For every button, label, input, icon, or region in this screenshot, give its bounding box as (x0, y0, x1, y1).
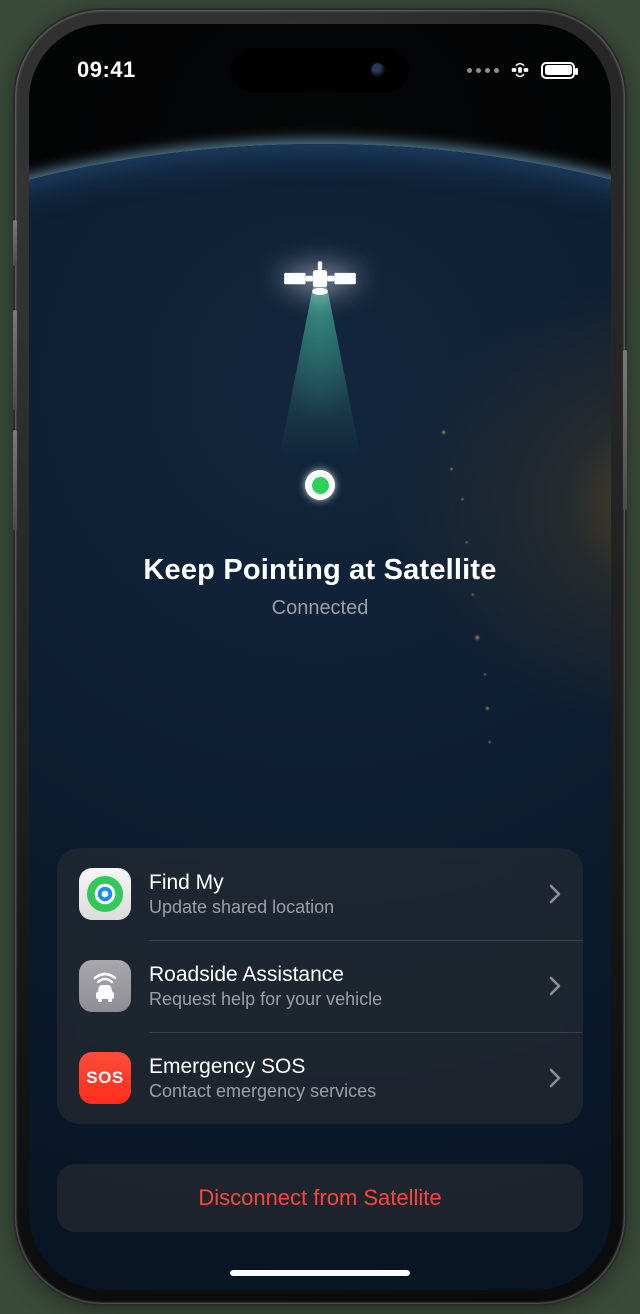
mute-switch (13, 220, 17, 266)
option-find-my[interactable]: Find My Update shared location (57, 848, 583, 940)
option-emergency-sos[interactable]: SOS Emergency SOS Contact emergency serv… (57, 1032, 583, 1124)
status-bar: 09:41 (29, 48, 611, 92)
option-subtitle: Request help for your vehicle (149, 989, 531, 1010)
volume-down-button (13, 430, 17, 530)
heading-subtitle: Connected (29, 597, 611, 620)
roadside-assistance-icon (79, 960, 131, 1012)
status-time: 09:41 (77, 57, 136, 83)
chevron-right-icon (549, 976, 561, 996)
side-button (623, 350, 627, 510)
home-indicator[interactable] (230, 1270, 410, 1276)
satellite-icon (509, 59, 531, 81)
find-my-icon (79, 868, 131, 920)
connection-heading: Keep Pointing at Satellite Connected (29, 554, 611, 620)
cell-signal-dots-icon (467, 68, 499, 73)
satellite-glyph-icon (277, 250, 363, 310)
disconnect-label: Disconnect from Satellite (198, 1185, 441, 1211)
option-subtitle: Contact emergency services (149, 1081, 531, 1102)
chevron-right-icon (549, 884, 561, 904)
sos-icon-label: SOS (86, 1068, 123, 1088)
device-frame: 09:41 (15, 10, 625, 1304)
volume-up-button (13, 310, 17, 410)
location-target-dot-icon (305, 470, 335, 500)
battery-icon (541, 62, 575, 79)
heading-title: Keep Pointing at Satellite (29, 554, 611, 587)
option-title: Emergency SOS (149, 1055, 531, 1079)
disconnect-button[interactable]: Disconnect from Satellite (57, 1164, 583, 1232)
option-title: Find My (149, 871, 531, 895)
option-roadside-assistance[interactable]: Roadside Assistance Request help for you… (57, 940, 583, 1032)
sos-icon: SOS (79, 1052, 131, 1104)
chevron-right-icon (549, 1068, 561, 1088)
options-card: Find My Update shared location (57, 848, 583, 1124)
option-title: Roadside Assistance (149, 963, 531, 987)
screen: 09:41 (29, 24, 611, 1290)
option-subtitle: Update shared location (149, 897, 531, 918)
